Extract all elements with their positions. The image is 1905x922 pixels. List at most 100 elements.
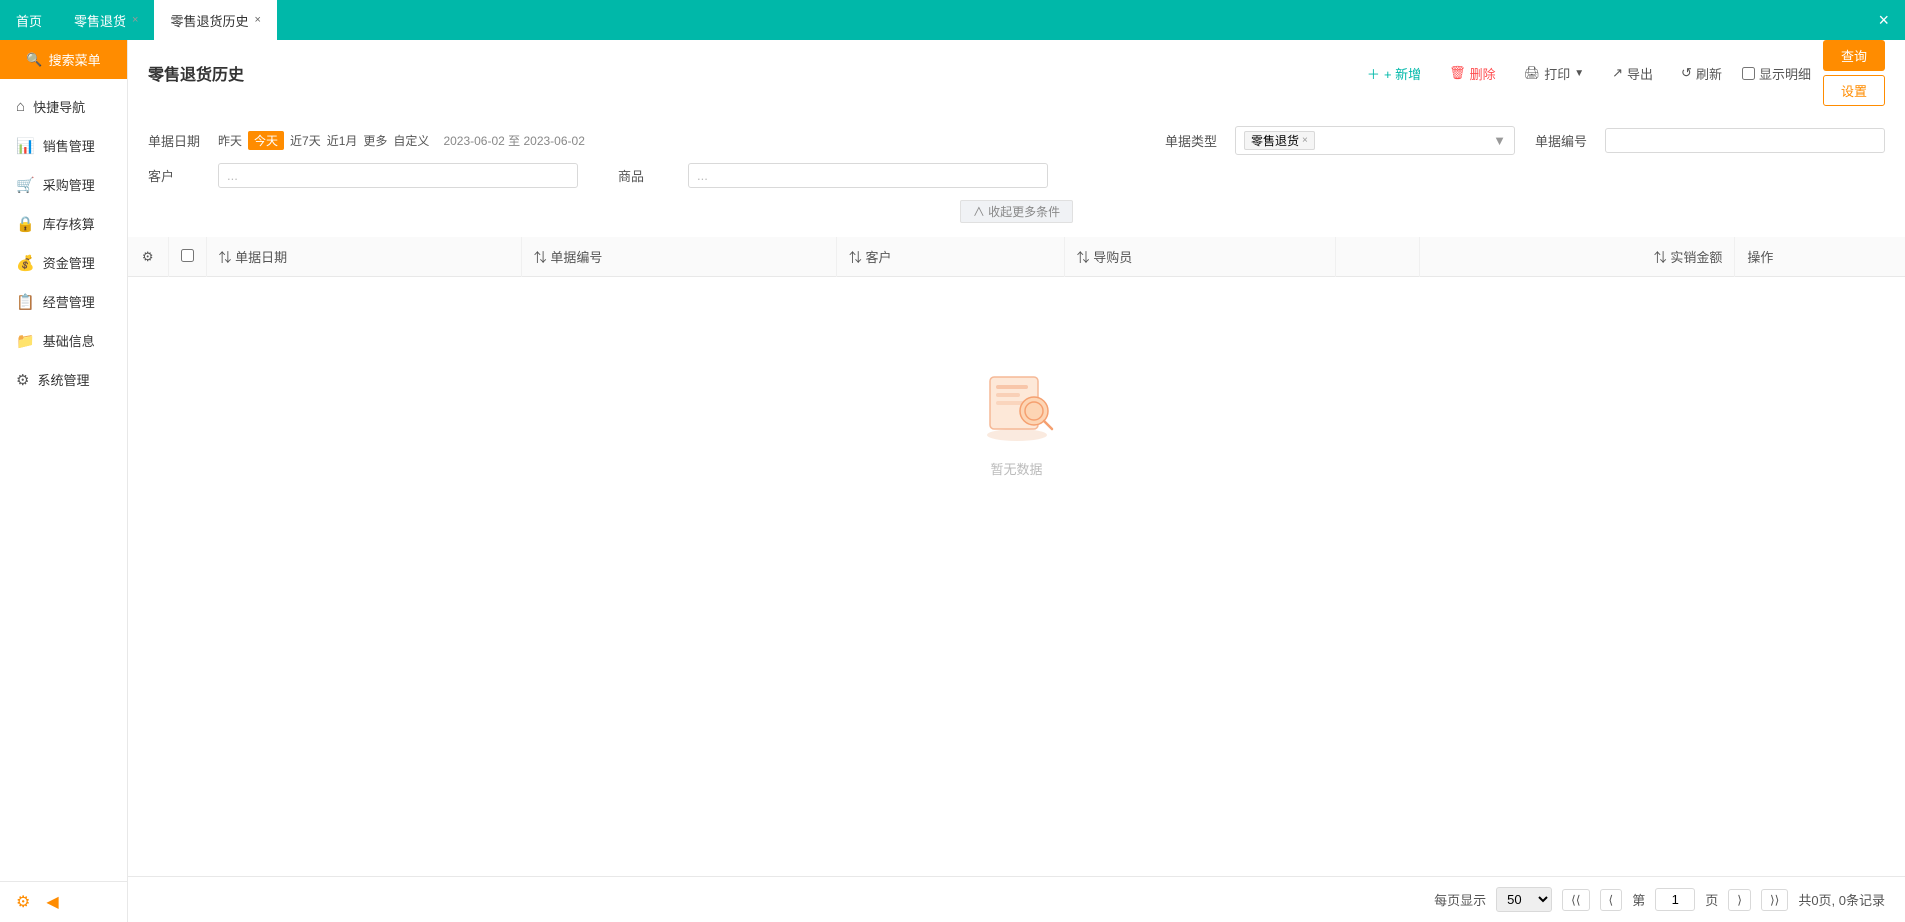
first-page-button[interactable]: ⟨⟨	[1562, 889, 1589, 911]
collapse-icon: ∧	[973, 205, 988, 219]
export-label: 导出	[1627, 64, 1653, 83]
doc-type-select[interactable]: 零售退货 × ▼	[1235, 126, 1515, 155]
goods-placeholder: ...	[697, 168, 708, 183]
doc-type-filter-label: 单据类型	[1165, 131, 1235, 150]
sidebar-item-system-mgmt-label: 系统管理	[37, 370, 89, 389]
th-actions: 操作	[1735, 237, 1905, 277]
system-icon: ⚙	[16, 371, 29, 389]
tab-retail-return-history-close[interactable]: ×	[254, 14, 260, 26]
window-close-button[interactable]: ×	[1862, 10, 1905, 31]
tab-retail-return-label: 零售退货	[74, 11, 126, 30]
doc-type-tag: 零售退货 ×	[1244, 131, 1315, 150]
query-button[interactable]: 查询	[1823, 40, 1885, 71]
next-page-button[interactable]: ⟩	[1728, 889, 1751, 911]
sidebar-item-quick-nav[interactable]: ⌂ 快捷导航	[0, 87, 127, 126]
shortcut-yesterday[interactable]: 昨天	[218, 132, 242, 149]
data-table: ⚙ ⇅ 单据日期 ⇅ 单据编号 ⇅ 客户	[128, 237, 1905, 518]
doc-no-input[interactable]	[1605, 128, 1885, 153]
sidebar-bottom: ⚙ ◀	[0, 881, 127, 922]
toolbar: ＋ + 新增 🗑 删除 🖨 打印 ▼ ↗ 导出	[1359, 40, 1885, 106]
export-button[interactable]: ↗ 导出	[1604, 60, 1661, 87]
print-icon: 🖨	[1524, 65, 1541, 81]
shortcut-custom[interactable]: 自定义	[393, 132, 429, 149]
tab-home[interactable]: 首页	[0, 0, 58, 40]
filter-area: 单据日期 昨天 今天 近7天 近1月 更多 自定义 2023-06-02 至 2…	[148, 116, 1885, 237]
date-filter-label: 单据日期	[148, 131, 218, 150]
doc-type-tag-label: 零售退货	[1251, 132, 1299, 149]
filter-row-customer: 客户 ... 商品 ...	[148, 163, 1885, 188]
column-settings-icon[interactable]: ⚙	[142, 249, 154, 264]
refresh-icon: ↺	[1681, 65, 1692, 81]
sidebar-item-operations-mgmt[interactable]: 📋 经营管理	[0, 282, 127, 321]
tab-retail-return[interactable]: 零售退货 ×	[58, 0, 154, 40]
tab-home-label: 首页	[16, 11, 42, 30]
delete-button[interactable]: 🗑 删除	[1441, 60, 1504, 87]
settings-button[interactable]: 设置	[1823, 75, 1885, 106]
collapse-filter-button[interactable]: ∧ 收起更多条件	[960, 200, 1073, 223]
sidebar-search[interactable]: 🔍 搜索菜单	[0, 40, 127, 79]
table-container: ⚙ ⇅ 单据日期 ⇅ 单据编号 ⇅ 客户	[128, 237, 1905, 876]
page-number-input[interactable]	[1655, 888, 1695, 911]
sidebar-item-purchase-mgmt[interactable]: 🛒 采购管理	[0, 165, 127, 204]
th-guide[interactable]: ⇅ 导购员	[1064, 237, 1335, 277]
sidebar-menu: ⌂ 快捷导航 📊 销售管理 🛒 采购管理 🔒 库存核算 💰 资金管理 📋	[0, 79, 127, 881]
shortcut-1month[interactable]: 近1月	[327, 132, 358, 149]
th-doc-date[interactable]: ⇅ 单据日期	[206, 237, 521, 277]
filter-row-date: 单据日期 昨天 今天 近7天 近1月 更多 自定义 2023-06-02 至 2…	[148, 126, 1885, 155]
last-page-button[interactable]: ⟩⟩	[1761, 889, 1788, 911]
goods-select[interactable]: ...	[688, 163, 1048, 188]
customer-select[interactable]: ...	[218, 163, 578, 188]
doc-type-tag-close[interactable]: ×	[1302, 135, 1308, 146]
sidebar-item-basic-info[interactable]: 📁 基础信息	[0, 321, 127, 360]
sidebar-item-finance-mgmt[interactable]: 💰 资金管理	[0, 243, 127, 282]
basic-info-icon: 📁	[16, 332, 35, 350]
sidebar-item-sales-mgmt-label: 销售管理	[43, 136, 95, 155]
th-amount[interactable]: ⇅ 实销金额	[1420, 237, 1735, 277]
select-all-checkbox[interactable]	[181, 249, 194, 262]
show-detail-input[interactable]	[1742, 67, 1755, 80]
th-amount-label: ⇅ 实销金额	[1654, 250, 1723, 265]
th-guide-label: ⇅ 导购员	[1077, 250, 1133, 265]
sidebar-item-sales-mgmt[interactable]: 📊 销售管理	[0, 126, 127, 165]
th-doc-no[interactable]: ⇅ 单据编号	[521, 237, 836, 277]
th-settings[interactable]: ⚙	[128, 237, 168, 277]
new-button[interactable]: ＋ + 新增	[1359, 60, 1429, 87]
finance-icon: 💰	[16, 254, 35, 272]
sidebar-item-inventory[interactable]: 🔒 库存核算	[0, 204, 127, 243]
shortcut-today[interactable]: 今天	[248, 131, 284, 150]
new-icon: ＋	[1367, 64, 1380, 83]
th-checkbox[interactable]	[168, 237, 206, 277]
sidebar-item-system-mgmt[interactable]: ⚙ 系统管理	[0, 360, 127, 399]
inventory-icon: 🔒	[16, 215, 35, 233]
delete-icon: 🗑	[1449, 65, 1466, 81]
sales-icon: 📊	[16, 137, 35, 155]
th-customer[interactable]: ⇅ 客户	[836, 237, 1064, 277]
sidebar-item-finance-mgmt-label: 资金管理	[43, 253, 95, 272]
print-label: 打印	[1544, 64, 1570, 83]
purchase-icon: 🛒	[16, 176, 35, 194]
sidebar-item-basic-info-label: 基础信息	[43, 331, 95, 350]
sidebar-item-purchase-mgmt-label: 采购管理	[43, 175, 95, 194]
sidebar-item-operations-mgmt-label: 经营管理	[43, 292, 95, 311]
per-page-select[interactable]: 50 100 200	[1496, 887, 1552, 912]
doc-no-filter-label: 单据编号	[1535, 131, 1605, 150]
sidebar: 🔍 搜索菜单 ⌂ 快捷导航 📊 销售管理 🛒 采购管理 🔒 库存核算 💰	[0, 40, 128, 922]
search-icon: 🔍	[26, 52, 42, 68]
tab-retail-return-close[interactable]: ×	[132, 14, 138, 26]
tab-retail-return-history[interactable]: 零售退货历史 ×	[154, 0, 276, 40]
per-page-label: 每页显示	[1434, 890, 1486, 909]
settings-icon[interactable]: ⚙	[16, 892, 30, 912]
shortcut-more[interactable]: 更多	[363, 132, 387, 149]
empty-state-icon	[972, 357, 1062, 447]
table-body: 暂无数据	[128, 277, 1905, 519]
print-button[interactable]: 🖨 打印 ▼	[1516, 60, 1592, 87]
collapse-sidebar-icon[interactable]: ◀	[46, 892, 58, 912]
pagination-bar: 每页显示 50 100 200 ⟨⟨ ⟨ 第 页 ⟩ ⟩⟩ 共0页, 0条记录	[128, 876, 1905, 922]
goods-filter-label: 商品	[618, 166, 688, 185]
collapse-label: 收起更多条件	[988, 205, 1060, 219]
show-detail-checkbox[interactable]: 显示明细	[1742, 64, 1811, 83]
home-icon: ⌂	[16, 98, 25, 115]
shortcut-7days[interactable]: 近7天	[290, 132, 321, 149]
refresh-button[interactable]: ↺ 刷新	[1673, 60, 1730, 87]
prev-page-button[interactable]: ⟨	[1600, 889, 1623, 911]
